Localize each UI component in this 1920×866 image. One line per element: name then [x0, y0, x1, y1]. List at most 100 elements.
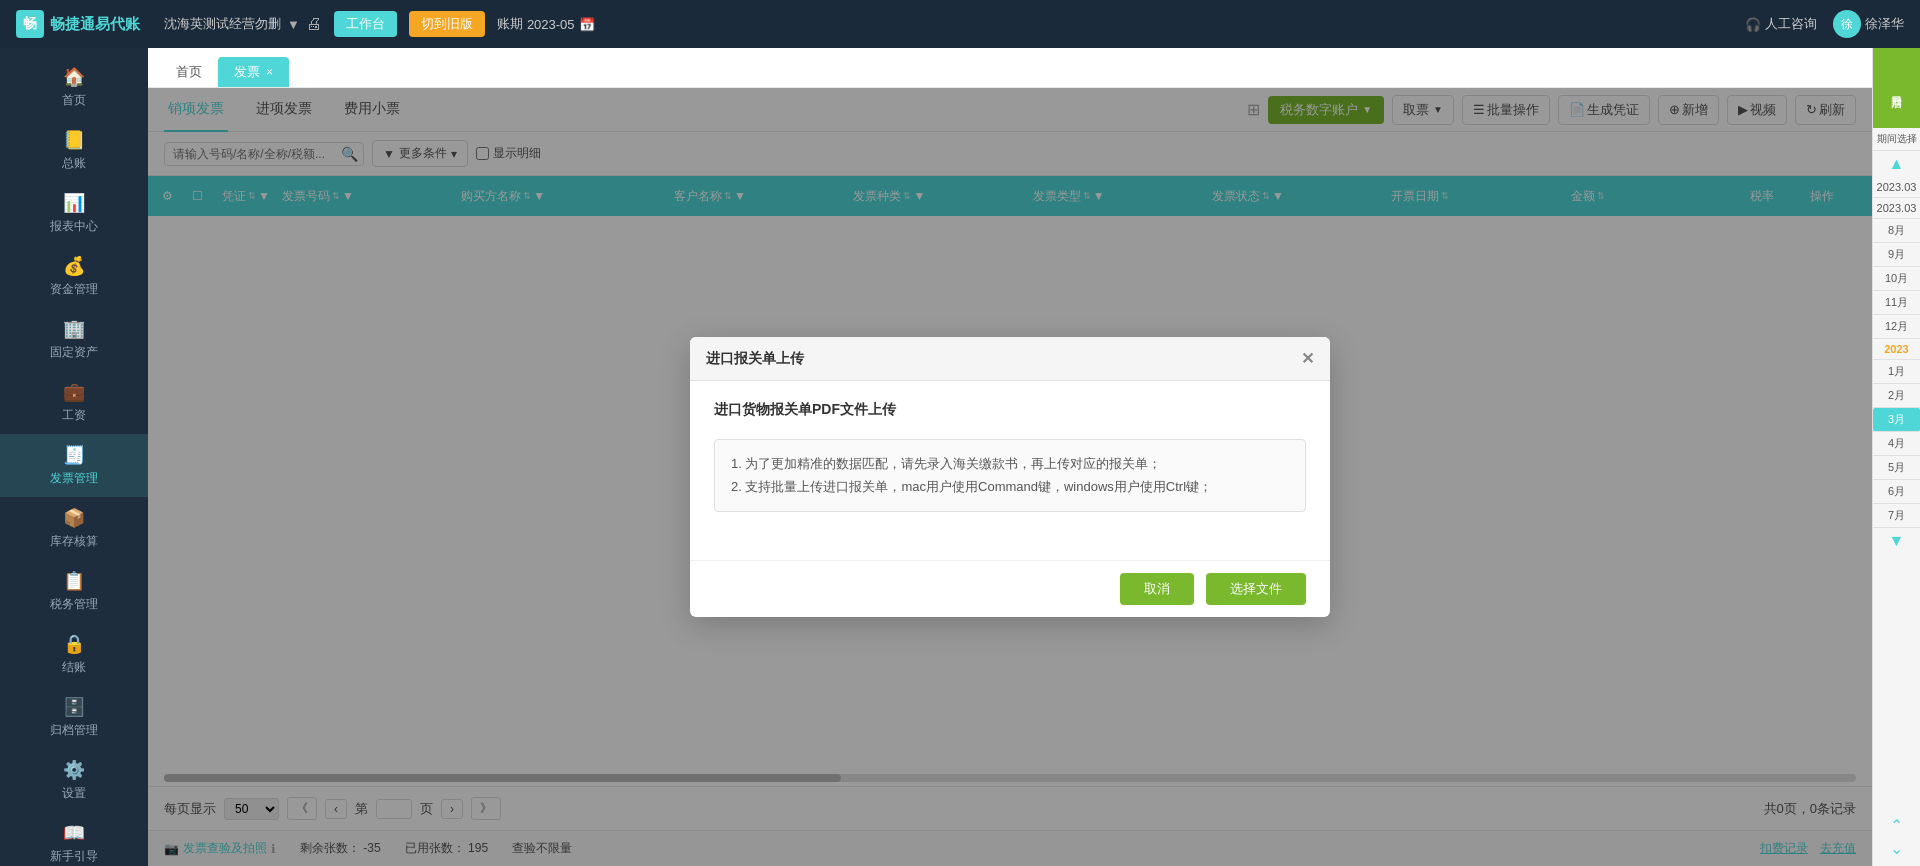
tab-invoice-label: 发票	[234, 63, 260, 81]
period-10[interactable]: 10月	[1873, 267, 1920, 291]
period-2023-03b[interactable]: 2023.03	[1873, 198, 1920, 219]
sidebar-item-archive[interactable]: 🗄️ 归档管理	[0, 686, 148, 749]
modal-cancel-button[interactable]: 取消	[1120, 573, 1194, 605]
sidebar-item-inventory[interactable]: 📦 库存核算	[0, 497, 148, 560]
reports-icon: 📊	[63, 192, 85, 214]
period-year-2023[interactable]: 2023	[1873, 339, 1920, 360]
sidebar-item-assets[interactable]: 🏢 固定资产	[0, 308, 148, 371]
calendar-icon[interactable]: 📅	[579, 17, 595, 32]
modal-header: 进口报关单上传 ✕	[690, 337, 1330, 381]
chevron-down-icon[interactable]: ⌄	[1890, 839, 1903, 858]
sidebar-label-invoice: 发票管理	[50, 470, 98, 487]
company-name: 沈海英测试经营勿删	[164, 15, 281, 33]
tab-home-label: 首页	[176, 63, 202, 81]
period-5[interactable]: 5月	[1873, 456, 1920, 480]
period-scroll-up[interactable]: ▲	[1873, 151, 1920, 177]
company-selector[interactable]: 沈海英测试经营勿删 ▼ 🖨	[164, 15, 322, 33]
sidebar-item-closing[interactable]: 🔒 结账	[0, 623, 148, 686]
period-scroll-down[interactable]: ▼	[1873, 528, 1920, 554]
support-label: 人工咨询	[1765, 15, 1817, 33]
modal-title: 进口报关单上传	[706, 350, 804, 368]
sidebar-label-guide: 新手引导	[50, 848, 98, 865]
assets-icon: 🏢	[63, 318, 85, 340]
user-menu[interactable]: 徐 徐泽华	[1833, 10, 1904, 38]
period-value: 2023-05	[527, 17, 575, 32]
workspace-button[interactable]: 工作台	[334, 11, 397, 37]
app-name: 畅捷通易代账	[50, 15, 140, 34]
home-icon: 🏠	[63, 66, 85, 88]
period-7[interactable]: 7月	[1873, 504, 1920, 528]
print-icon: 🖨	[306, 15, 322, 33]
headset-icon: 🎧	[1745, 17, 1761, 32]
salary-icon: 💼	[63, 381, 85, 403]
modal-overlay: 进口报关单上传 ✕ 进口货物报关单PDF文件上传 1. 为了更加精准的数据匹配，…	[148, 88, 1872, 866]
sidebar-label-funds: 资金管理	[50, 281, 98, 298]
sidebar-item-home[interactable]: 🏠 首页	[0, 56, 148, 119]
modal-select-file-button[interactable]: 选择文件	[1206, 573, 1306, 605]
sidebar-item-reports[interactable]: 📊 报表中心	[0, 182, 148, 245]
settings-icon: ⚙️	[63, 759, 85, 781]
period-select-label: 期间选择	[1873, 128, 1920, 151]
closing-icon: 🔒	[63, 633, 85, 655]
modal-box: 进口报关单上传 ✕ 进口货物报关单PDF文件上传 1. 为了更加精准的数据匹配，…	[690, 337, 1330, 617]
right-panel-toggle[interactable]: 开启日期	[1873, 48, 1920, 128]
user-name: 徐泽华	[1865, 15, 1904, 33]
sidebar-label-salary: 工资	[62, 407, 86, 424]
period-6[interactable]: 6月	[1873, 480, 1920, 504]
modal-body: 进口货物报关单PDF文件上传 1. 为了更加精准的数据匹配，请先录入海关缴款书，…	[690, 381, 1330, 560]
inventory-icon: 📦	[63, 507, 85, 529]
topbar-right: 🎧 人工咨询 徐 徐泽华	[1745, 10, 1904, 38]
period-11[interactable]: 11月	[1873, 291, 1920, 315]
sidebar-label-settings: 设置	[62, 785, 86, 802]
period-4[interactable]: 4月	[1873, 432, 1920, 456]
sidebar-item-invoice[interactable]: 🧾 发票管理	[0, 434, 148, 497]
sidebar-label-ledger: 总账	[62, 155, 86, 172]
logo-icon: 畅	[16, 10, 44, 38]
sidebar-label-reports: 报表中心	[50, 218, 98, 235]
period-3-selected[interactable]: 3月	[1873, 408, 1920, 432]
period-display: 账期 2023-05 📅	[497, 15, 595, 33]
period-2023-03a[interactable]: 2023.03	[1873, 177, 1920, 198]
sidebar-label-inventory: 库存核算	[50, 533, 98, 550]
period-9[interactable]: 9月	[1873, 243, 1920, 267]
sidebar: 🏠 首页 📒 总账 📊 报表中心 💰 资金管理 🏢 固定资产 💼 工资 🧾 发票…	[0, 48, 148, 866]
period-2[interactable]: 2月	[1873, 384, 1920, 408]
period-label: 账期	[497, 15, 523, 33]
sidebar-label-closing: 结账	[62, 659, 86, 676]
modal-info-box: 1. 为了更加精准的数据匹配，请先录入海关缴款书，再上传对应的报关单； 2. 支…	[714, 439, 1306, 512]
support-button[interactable]: 🎧 人工咨询	[1745, 15, 1817, 33]
sidebar-label-archive: 归档管理	[50, 722, 98, 739]
tab-invoice[interactable]: 发票 ×	[218, 57, 289, 87]
right-panel: 开启日期 期间选择 ▲ 2023.03 2023.03 8月 9月 10月 11…	[1872, 48, 1920, 866]
page-content: 销项发票 进项发票 费用小票 ⊞ 税务数字账户 ▼ 取票	[148, 88, 1872, 866]
ledger-icon: 📒	[63, 129, 85, 151]
sidebar-item-ledger[interactable]: 📒 总账	[0, 119, 148, 182]
sidebar-label-tax: 税务管理	[50, 596, 98, 613]
period-8[interactable]: 8月	[1873, 219, 1920, 243]
sidebar-item-salary[interactable]: 💼 工资	[0, 371, 148, 434]
period-1[interactable]: 1月	[1873, 360, 1920, 384]
tab-close-icon[interactable]: ×	[266, 65, 273, 79]
chevron-up-icon[interactable]: ⌃	[1890, 816, 1903, 835]
sidebar-item-settings[interactable]: ⚙️ 设置	[0, 749, 148, 812]
sidebar-item-guide[interactable]: 📖 新手引导	[0, 812, 148, 866]
sidebar-label-assets: 固定资产	[50, 344, 98, 361]
period-12[interactable]: 12月	[1873, 315, 1920, 339]
switch-version-button[interactable]: 切到旧版	[409, 11, 485, 37]
sidebar-item-tax[interactable]: 📋 税务管理	[0, 560, 148, 623]
modal-close-button[interactable]: ✕	[1301, 349, 1314, 368]
modal-info-item-1: 1. 为了更加精准的数据匹配，请先录入海关缴款书，再上传对应的报关单；	[731, 452, 1289, 475]
modal-footer: 取消 选择文件	[690, 560, 1330, 617]
modal-info-item-2: 2. 支持批量上传进口报关单，mac用户使用Command键，windows用户…	[731, 475, 1289, 498]
modal-section-title: 进口货物报关单PDF文件上传	[714, 401, 1306, 419]
content-area: 首页 发票 × 销项发票 进项发票 费用小票	[148, 48, 1872, 866]
tab-home[interactable]: 首页	[164, 57, 214, 87]
archive-icon: 🗄️	[63, 696, 85, 718]
invoice-icon: 🧾	[63, 444, 85, 466]
avatar: 徐	[1833, 10, 1861, 38]
funds-icon: 💰	[63, 255, 85, 277]
sidebar-label-home: 首页	[62, 92, 86, 109]
app-logo: 畅 畅捷通易代账	[16, 10, 140, 38]
sidebar-item-funds[interactable]: 💰 资金管理	[0, 245, 148, 308]
company-dropdown-icon: ▼	[287, 17, 300, 32]
